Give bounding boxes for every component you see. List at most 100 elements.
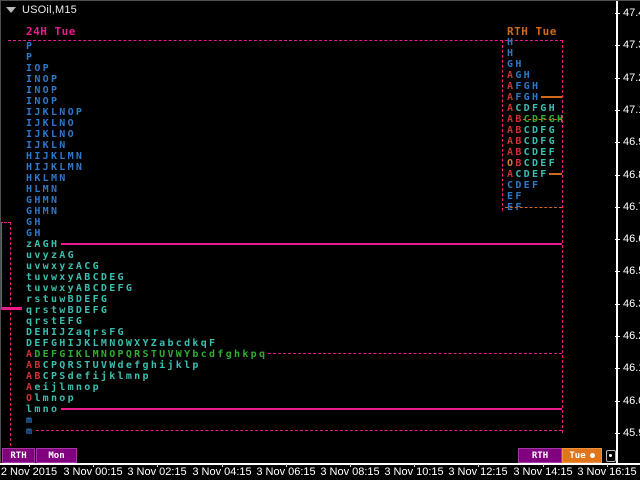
tpo-row: lmno: [26, 404, 59, 415]
symbol-period-title: USOil,M15: [22, 4, 77, 16]
rth-low-dashes: [505, 207, 562, 208]
tpo-letters: GH: [507, 59, 524, 70]
tpo-row: INOP: [26, 85, 59, 96]
time-label: 3 Nov 10:15: [384, 466, 444, 478]
tpo-row: GH: [507, 59, 524, 70]
tpo-row: OBCDEF: [507, 158, 557, 169]
level-line-high: [61, 243, 562, 245]
tpo-letters: DEFGHIJKLMNOWXYZabcdkqF: [26, 338, 218, 349]
tpo-letters: DEFGIKLMNOPQRSTUVWYbcdfghkpq: [34, 349, 268, 360]
tpo-letters: IOP: [26, 63, 51, 74]
poc-dashed-line: [268, 353, 562, 354]
session-tag-label: RTH: [531, 451, 549, 461]
tpo-letters: lmno: [26, 404, 60, 415]
tpo-letters: IJKLN: [26, 140, 68, 151]
time-label: 3 Nov 06:15: [256, 466, 316, 478]
price-label: 45.910: [623, 427, 640, 439]
tpo-row: GHMN: [26, 195, 59, 206]
tpo-letters: B: [515, 158, 524, 169]
session-bottom-boundary: [36, 430, 562, 431]
tpo-letters: FGH: [515, 81, 541, 92]
tpo-row: IJKLNO: [26, 129, 76, 140]
tpo-row: H: [507, 48, 515, 59]
tpo-letters: CDFGH: [515, 103, 557, 114]
tpo-letters: H: [507, 37, 516, 48]
tpo-letters: P: [26, 41, 35, 52]
tpo-letters: GHMN: [26, 195, 60, 206]
tpo-letters: AB: [507, 136, 524, 147]
tpo-letters: CDFG: [523, 125, 557, 136]
tpo-row: Olmnop: [26, 393, 76, 404]
level-line-low: [61, 408, 562, 410]
rth-poc-dashes: [523, 119, 562, 120]
price-label: 46.510: [623, 265, 640, 277]
tpo-letters: CDFG: [523, 136, 557, 147]
tpo-row: HIJKLMN: [26, 151, 84, 162]
tpo-letters: m: [26, 415, 35, 426]
session-right-boundary: [562, 40, 563, 433]
tpo-row: GH: [26, 217, 43, 228]
tpo-row: ABCPSdefijklmnp: [26, 371, 151, 382]
tpo-letters: m: [26, 426, 35, 437]
tpo-row: Aeijlmnop: [26, 382, 101, 393]
session-tag-tue: Tue: [562, 448, 602, 463]
tpo-row: EF: [507, 191, 524, 202]
price-label: 47.350: [623, 39, 640, 51]
tpo-letters: tuvwxyABCDEG: [26, 272, 126, 283]
tpo-letters: AB: [507, 125, 524, 136]
price-tick: [615, 239, 620, 240]
session-tag-rth: RTH: [2, 448, 35, 463]
tpo-row: AGH: [507, 70, 532, 81]
collapse-triangle-icon[interactable]: [6, 7, 16, 13]
session-top-boundary: [8, 40, 563, 41]
time-label: 3 Nov 02:15: [127, 466, 187, 478]
tpo-row: AFGH: [507, 92, 540, 103]
time-label: 3 Nov 08:15: [320, 466, 380, 478]
prev-session-tick: [0, 307, 22, 310]
tpo-row: INOP: [26, 74, 59, 85]
tpo-row: P: [26, 41, 34, 52]
tpo-row: P: [26, 52, 34, 63]
tpo-letters: qrstwBDEFG: [26, 305, 110, 316]
tpo-row: HIJKLMN: [26, 162, 84, 173]
tpo-row: GHMN: [26, 206, 59, 217]
session-tag-mon: Mon: [36, 448, 77, 463]
rth-session-left-boundary: [502, 40, 503, 211]
tpo-letters: P: [26, 52, 35, 63]
current-session-dot: [589, 453, 595, 458]
price-label: 46.030: [623, 395, 640, 407]
price-tick: [615, 175, 620, 176]
tpo-letters: CPQRSTUVWdefghijklp: [42, 360, 201, 371]
price-tick: [615, 13, 620, 14]
tpo-letters: tuvwxyABCDEFG: [26, 283, 135, 294]
tpo-letters: CDEF: [523, 147, 557, 158]
tpo-letters: AB: [507, 147, 524, 158]
tpo-letters: HLMN: [26, 184, 60, 195]
chart-window[interactable]: USOil,M15 24H Tue RTH Tue P P IOP INOP INOP I…: [0, 0, 640, 480]
price-label: 47.110: [623, 104, 640, 116]
tpo-row: GH: [26, 228, 43, 239]
tpo-letters: INOP: [26, 96, 60, 107]
tpo-letters: AB: [26, 371, 43, 382]
tpo-letters: GHMN: [26, 206, 60, 217]
tpo-row: IJKLNOP: [26, 107, 84, 118]
price-axis-line[interactable]: [616, 0, 618, 464]
time-label: 3 Nov 16:15: [577, 466, 637, 478]
tpo-row: HKLMN: [26, 173, 68, 184]
tpo-row: ACDEF: [507, 169, 549, 180]
time-label: 2 Nov 2015: [0, 466, 58, 478]
time-label: 3 Nov 14:15: [513, 466, 573, 478]
time-label: 3 Nov 12:15: [448, 466, 508, 478]
price-label: 46.870: [623, 169, 640, 181]
tpo-letters: FGH: [515, 92, 541, 103]
tpo-row: m: [26, 426, 34, 437]
tpo-letters: uvwxyzACG: [26, 261, 101, 272]
price-tick: [615, 271, 620, 272]
price-label: 47.470: [623, 7, 640, 19]
session-tag-label: RTH: [10, 451, 27, 461]
session-label-24h-tue: 24H Tue: [26, 25, 76, 38]
tpo-row: uvyzAG: [26, 250, 76, 261]
tpo-letters: IJKLNOP: [26, 107, 85, 118]
tpo-letters: zAGH: [26, 239, 60, 250]
tpo-letters: eijlmnop: [34, 382, 101, 393]
